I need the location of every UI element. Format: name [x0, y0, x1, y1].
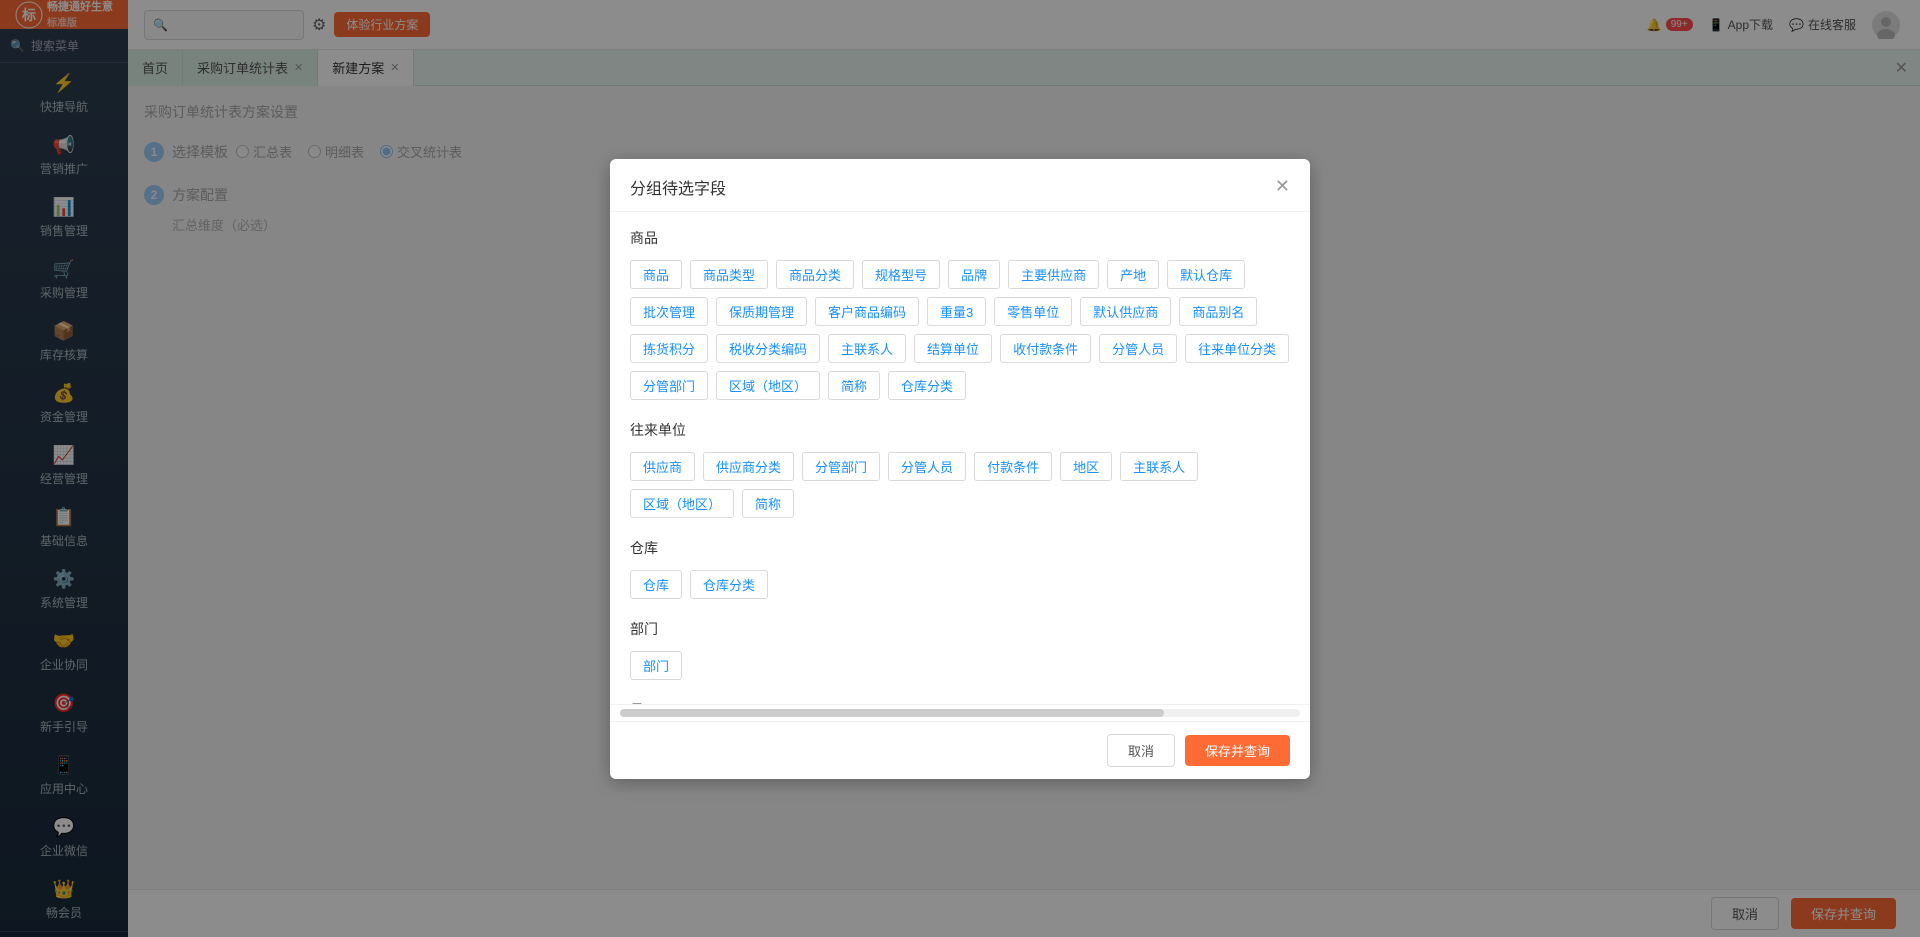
- modal-body: 商品商品商品类型商品分类规格型号品牌主要供应商产地默认仓库批次管理保质期管理客户…: [610, 212, 1310, 704]
- modal-section-product: 商品商品商品类型商品分类规格型号品牌主要供应商产地默认仓库批次管理保质期管理客户…: [630, 228, 1290, 400]
- modal-section-counterpart: 往来单位供应商供应商分类分管部门分管人员付款条件地区主联系人区域（地区） 简称: [630, 420, 1290, 518]
- field-tag-product-0[interactable]: 商品: [630, 260, 682, 289]
- field-tag-counterpart-4[interactable]: 付款条件: [974, 452, 1052, 481]
- field-tag-product-14[interactable]: 商品别名: [1179, 297, 1257, 326]
- field-tag-counterpart-2[interactable]: 分管部门: [802, 452, 880, 481]
- field-tag-product-25[interactable]: 仓库分类: [888, 371, 966, 400]
- modal-dialog: 分组待选字段 ✕ 商品商品商品类型商品分类规格型号品牌主要供应商产地默认仓库批次…: [610, 159, 1310, 779]
- modal-section-department: 部门部门: [630, 619, 1290, 680]
- modal-field-tags-product: 商品商品类型商品分类规格型号品牌主要供应商产地默认仓库批次管理保质期管理客户商品…: [630, 260, 1290, 400]
- field-tag-product-13[interactable]: 默认供应商: [1080, 297, 1171, 326]
- field-tag-product-5[interactable]: 主要供应商: [1008, 260, 1099, 289]
- field-tag-product-19[interactable]: 收付款条件: [1000, 334, 1091, 363]
- field-tag-product-21[interactable]: 往来单位分类: [1185, 334, 1289, 363]
- modal-section-title-department: 部门: [630, 619, 1290, 639]
- modal-title: 分组待选字段: [630, 175, 726, 199]
- modal-section-warehouse: 仓库仓库仓库分类: [630, 538, 1290, 599]
- modal-field-tags-warehouse: 仓库仓库分类: [630, 570, 1290, 599]
- modal-cancel-button[interactable]: 取消: [1107, 734, 1175, 767]
- field-tag-product-2[interactable]: 商品分类: [776, 260, 854, 289]
- modal-section-title-product: 商品: [630, 228, 1290, 248]
- modal-section-title-counterpart: 往来单位: [630, 420, 1290, 440]
- field-tag-product-20[interactable]: 分管人员: [1099, 334, 1177, 363]
- field-tag-product-11[interactable]: 重量3: [927, 297, 986, 326]
- field-tag-product-22[interactable]: 分管部门: [630, 371, 708, 400]
- modal-hscrollbar[interactable]: [610, 704, 1310, 721]
- field-tag-product-16[interactable]: 税收分类编码: [716, 334, 820, 363]
- modal-section-title-warehouse: 仓库: [630, 538, 1290, 558]
- field-tag-product-24[interactable]: 简称: [828, 371, 880, 400]
- modal-field-tags-counterpart: 供应商供应商分类分管部门分管人员付款条件地区主联系人区域（地区） 简称: [630, 452, 1290, 518]
- field-tag-counterpart-6[interactable]: 主联系人: [1120, 452, 1198, 481]
- modal-confirm-button[interactable]: 保存并查询: [1185, 735, 1290, 766]
- field-tag-product-23[interactable]: 区域（地区）: [716, 371, 820, 400]
- field-tag-product-7[interactable]: 默认仓库: [1167, 260, 1245, 289]
- field-tag-product-8[interactable]: 批次管理: [630, 297, 708, 326]
- field-tag-counterpart-0[interactable]: 供应商: [630, 452, 695, 481]
- field-tag-product-4[interactable]: 品牌: [948, 260, 1000, 289]
- modal-footer: 取消 保存并查询: [610, 721, 1310, 779]
- field-tag-product-18[interactable]: 结算单位: [914, 334, 992, 363]
- field-tag-department-0[interactable]: 部门: [630, 651, 682, 680]
- modal-header: 分组待选字段 ✕: [610, 159, 1310, 212]
- field-tag-product-6[interactable]: 产地: [1107, 260, 1159, 289]
- field-tag-counterpart-8[interactable]: 简称: [742, 489, 794, 518]
- field-tag-product-15[interactable]: 拣货积分: [630, 334, 708, 363]
- field-tag-counterpart-7[interactable]: 区域（地区）: [630, 489, 734, 518]
- field-tag-counterpart-1[interactable]: 供应商分类: [703, 452, 794, 481]
- field-tag-warehouse-0[interactable]: 仓库: [630, 570, 682, 599]
- field-tag-product-9[interactable]: 保质期管理: [716, 297, 807, 326]
- field-tag-counterpart-3[interactable]: 分管人员: [888, 452, 966, 481]
- field-tag-product-1[interactable]: 商品类型: [690, 260, 768, 289]
- modal-overlay: 分组待选字段 ✕ 商品商品商品类型商品分类规格型号品牌主要供应商产地默认仓库批次…: [0, 0, 1920, 937]
- field-tag-product-10[interactable]: 客户商品编码: [815, 297, 919, 326]
- modal-field-tags-department: 部门: [630, 651, 1290, 680]
- field-tag-product-3[interactable]: 规格型号: [862, 260, 940, 289]
- modal-close-icon[interactable]: ✕: [1275, 176, 1290, 197]
- field-tag-product-17[interactable]: 主联系人: [828, 334, 906, 363]
- field-tag-product-12[interactable]: 零售单位: [994, 297, 1072, 326]
- field-tag-counterpart-5[interactable]: 地区: [1060, 452, 1112, 481]
- field-tag-warehouse-1[interactable]: 仓库分类: [690, 570, 768, 599]
